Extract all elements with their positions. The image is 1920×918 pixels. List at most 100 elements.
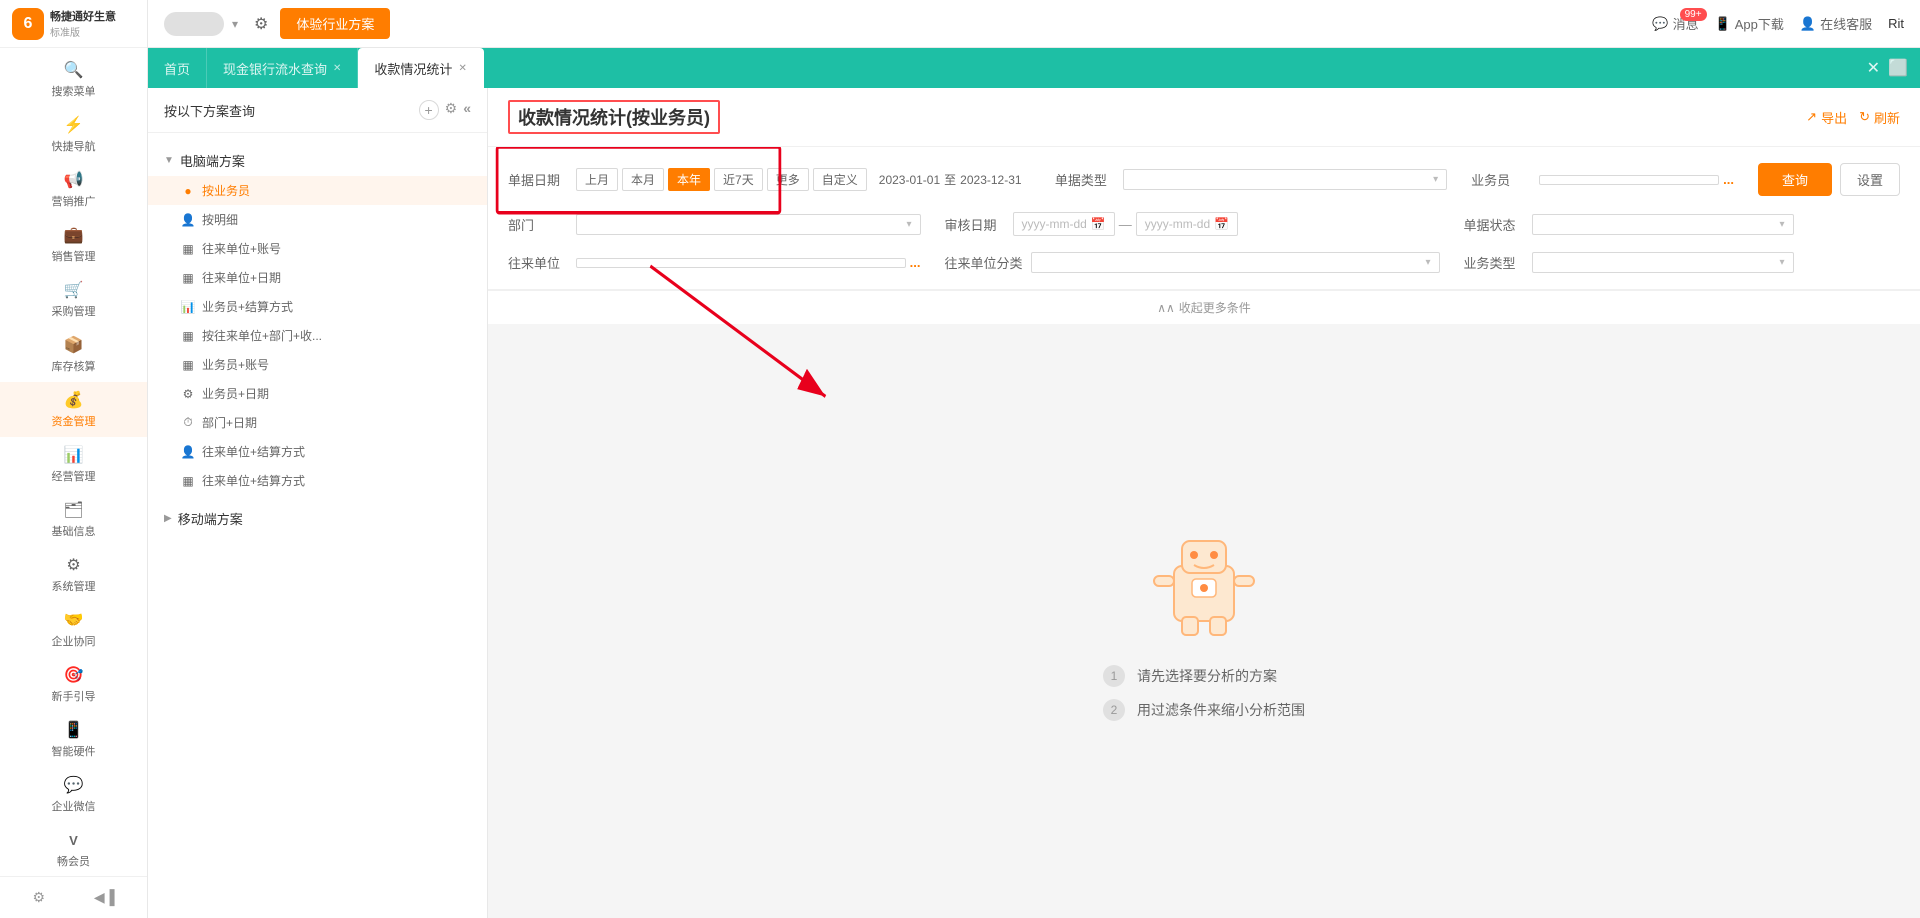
- sidebar-item-weixin[interactable]: 💬 企业微信: [0, 767, 147, 822]
- counterpart-input[interactable]: [576, 258, 906, 268]
- tree-group-desktop-header[interactable]: ▼ 电脑端方案: [148, 145, 487, 176]
- docstatus-chevron-icon: ▾: [1779, 219, 1784, 230]
- purchase-icon: 🛒: [64, 280, 84, 300]
- panel-add-icon[interactable]: +: [419, 100, 439, 120]
- counterpart-date-label: 往来单位+日期: [202, 269, 281, 286]
- sidebar-item-enterprise[interactable]: 🤝 企业协同: [0, 602, 147, 657]
- tree-item-counterpart-dept[interactable]: ▦ 按往来单位+部门+收...: [148, 321, 487, 350]
- panel-collapse-icon[interactable]: «: [463, 100, 471, 120]
- sidebar-item-label: 快捷导航: [52, 138, 96, 154]
- calendar2-icon: 📅: [1214, 217, 1229, 231]
- salesman-settle-icon: 📊: [180, 299, 196, 315]
- business-type-select[interactable]: ▾: [1532, 252, 1794, 273]
- sidebar-item-basic[interactable]: 🗂 基础信息: [0, 492, 147, 547]
- desktop-group-label: 电脑端方案: [180, 151, 471, 170]
- sidebar-item-sales[interactable]: 💼 销售管理: [0, 217, 147, 272]
- tree-item-dept-date[interactable]: ⏱ 部门+日期: [148, 408, 487, 437]
- empty-steps: 1 请先选择要分析的方案 2 用过滤条件来缩小分析范围: [1103, 665, 1305, 721]
- tab-collection-close[interactable]: ✕: [458, 63, 466, 74]
- message-icon: 💬: [1652, 16, 1668, 32]
- date-btn-custom[interactable]: 自定义: [813, 168, 867, 191]
- date-start: 2023-01-01: [879, 173, 940, 187]
- export-icon: ↗: [1806, 109, 1817, 125]
- docstatus-select[interactable]: ▾: [1532, 214, 1794, 235]
- filter-doctype-field: 单据类型 ▾: [1055, 169, 1447, 190]
- sidebar-collapse-btn[interactable]: ◀▐: [90, 885, 119, 910]
- tab-collection-stats[interactable]: 收款情况统计 ✕: [358, 48, 483, 88]
- tree-item-salesman-account[interactable]: ▦ 业务员+账号: [148, 350, 487, 379]
- query-button[interactable]: 查询: [1758, 163, 1832, 196]
- export-button[interactable]: ↗ 导出: [1806, 108, 1847, 127]
- sidebar-item-marketing[interactable]: 📢 营销推广: [0, 162, 147, 217]
- counterpart-settle2-label: 往来单位+结算方式: [202, 472, 305, 489]
- salesman-more-icon[interactable]: ...: [1723, 172, 1734, 187]
- online-service-button[interactable]: 👤 在线客服: [1800, 14, 1872, 33]
- topbar-gear-icon[interactable]: ⚙: [254, 14, 268, 34]
- refresh-button[interactable]: ↻ 刷新: [1859, 108, 1900, 127]
- collapse-bar[interactable]: ∧∧ 收起更多条件: [488, 290, 1920, 324]
- sidebar-item-inventory[interactable]: 📦 库存核算: [0, 327, 147, 382]
- topbar-username: Rit: [1888, 16, 1904, 31]
- enterprise-icon: 🤝: [64, 610, 84, 630]
- sidebar-item-purchase[interactable]: 🛒 采购管理: [0, 272, 147, 327]
- dept-date-label: 部门+日期: [202, 414, 257, 431]
- tree-item-counterpart-account[interactable]: ▦ 往来单位+账号: [148, 234, 487, 263]
- topbar-chevron-icon[interactable]: ▾: [232, 17, 238, 31]
- sidebar-item-finance[interactable]: 💰 资金管理: [0, 382, 147, 437]
- tree-item-by-detail[interactable]: 👤 按明细: [148, 205, 487, 234]
- step-1-num: 1: [1103, 665, 1125, 687]
- date-btn-more[interactable]: 更多: [767, 168, 809, 191]
- sidebar-item-label: 畅会员: [57, 853, 90, 869]
- date-btn-last-month[interactable]: 上月: [576, 168, 618, 191]
- message-button[interactable]: 💬 消息 99+: [1652, 14, 1698, 33]
- sidebar-item-hardware[interactable]: 📱 智能硬件: [0, 712, 147, 767]
- setting-button[interactable]: 设置: [1840, 163, 1900, 196]
- window-maximize-btn[interactable]: ⬜: [1888, 58, 1908, 78]
- tree-group-mobile-header[interactable]: ▶ 移动端方案: [148, 503, 487, 534]
- salesman-input[interactable]: [1539, 175, 1719, 185]
- salesman-account-label: 业务员+账号: [202, 356, 269, 373]
- sidebar-item-label: 搜索菜单: [52, 83, 96, 99]
- tree-item-salesman-date[interactable]: ⚙ 业务员+日期: [148, 379, 487, 408]
- empty-illustration: [1144, 521, 1264, 641]
- sidebar-item-guide[interactable]: 🎯 新手引导: [0, 657, 147, 712]
- sidebar-bottom: ⚙ ◀▐: [0, 876, 147, 918]
- title-bar-actions: ↗ 导出 ↻ 刷新: [1806, 108, 1900, 127]
- filter-counterpart-category-field: 往来单位分类 ▾: [945, 252, 1440, 273]
- dept-chevron-icon: ▾: [906, 219, 911, 230]
- date-btn-7days[interactable]: 近7天: [714, 168, 763, 191]
- counterpart-category-select[interactable]: ▾: [1031, 252, 1440, 273]
- sidebar-item-system[interactable]: ⚙ 系统管理: [0, 547, 147, 602]
- date-btn-this-month[interactable]: 本月: [622, 168, 664, 191]
- quick-nav-icon: ⚡: [64, 115, 84, 135]
- tree-item-counterpart-settle2[interactable]: ▦ 往来单位+结算方式: [148, 466, 487, 495]
- salesman-account-icon: ▦: [180, 357, 196, 373]
- tree-item-counterpart-date[interactable]: ▦ 往来单位+日期: [148, 263, 487, 292]
- filter-row-1: 单据日期 上月 本月 本年 近7天 更多 自定义: [508, 163, 1900, 196]
- left-panel: 按以下方案查询 + ⚙ « ▼ 电脑端方案: [148, 88, 488, 918]
- dept-select[interactable]: ▾: [576, 214, 921, 235]
- tree-item-by-salesman[interactable]: ● 按业务员: [148, 176, 487, 205]
- tab-home[interactable]: 首页: [148, 48, 207, 88]
- sidebar-item-search[interactable]: 🔍 搜索菜单: [0, 52, 147, 107]
- audit-date-start[interactable]: yyyy-mm-dd 📅: [1013, 212, 1115, 236]
- window-close-btn[interactable]: ✕: [1867, 58, 1880, 78]
- sidebar-item-quick-nav[interactable]: ⚡ 快捷导航: [0, 107, 147, 162]
- tab-bank-flow-close[interactable]: ✕: [333, 63, 341, 74]
- sidebar-item-label: 销售管理: [52, 248, 96, 264]
- sidebar-item-member[interactable]: V 畅会员: [0, 822, 147, 876]
- panel-settings-icon[interactable]: ⚙: [445, 100, 458, 120]
- filter-counterpart-field: 往来单位 ...: [508, 253, 921, 272]
- content-area: 按以下方案查询 + ⚙ « ▼ 电脑端方案: [148, 88, 1920, 918]
- tab-bank-flow[interactable]: 现金银行流水查询 ✕: [207, 48, 358, 88]
- audit-date-end[interactable]: yyyy-mm-dd 📅: [1136, 212, 1238, 236]
- counterpart-more-icon[interactable]: ...: [910, 255, 921, 270]
- doctype-select[interactable]: ▾: [1123, 169, 1447, 190]
- tree-item-counterpart-settle1[interactable]: 👤 往来单位+结算方式: [148, 437, 487, 466]
- sidebar-item-operation[interactable]: 📊 经营管理: [0, 437, 147, 492]
- app-download-button[interactable]: 📱 App下载: [1715, 14, 1784, 33]
- sidebar-settings-btn[interactable]: ⚙: [28, 885, 49, 910]
- date-btn-this-year[interactable]: 本年: [668, 168, 710, 191]
- tree-item-salesman-settle[interactable]: 📊 业务员+结算方式: [148, 292, 487, 321]
- solution-button[interactable]: 体验行业方案: [280, 8, 390, 39]
